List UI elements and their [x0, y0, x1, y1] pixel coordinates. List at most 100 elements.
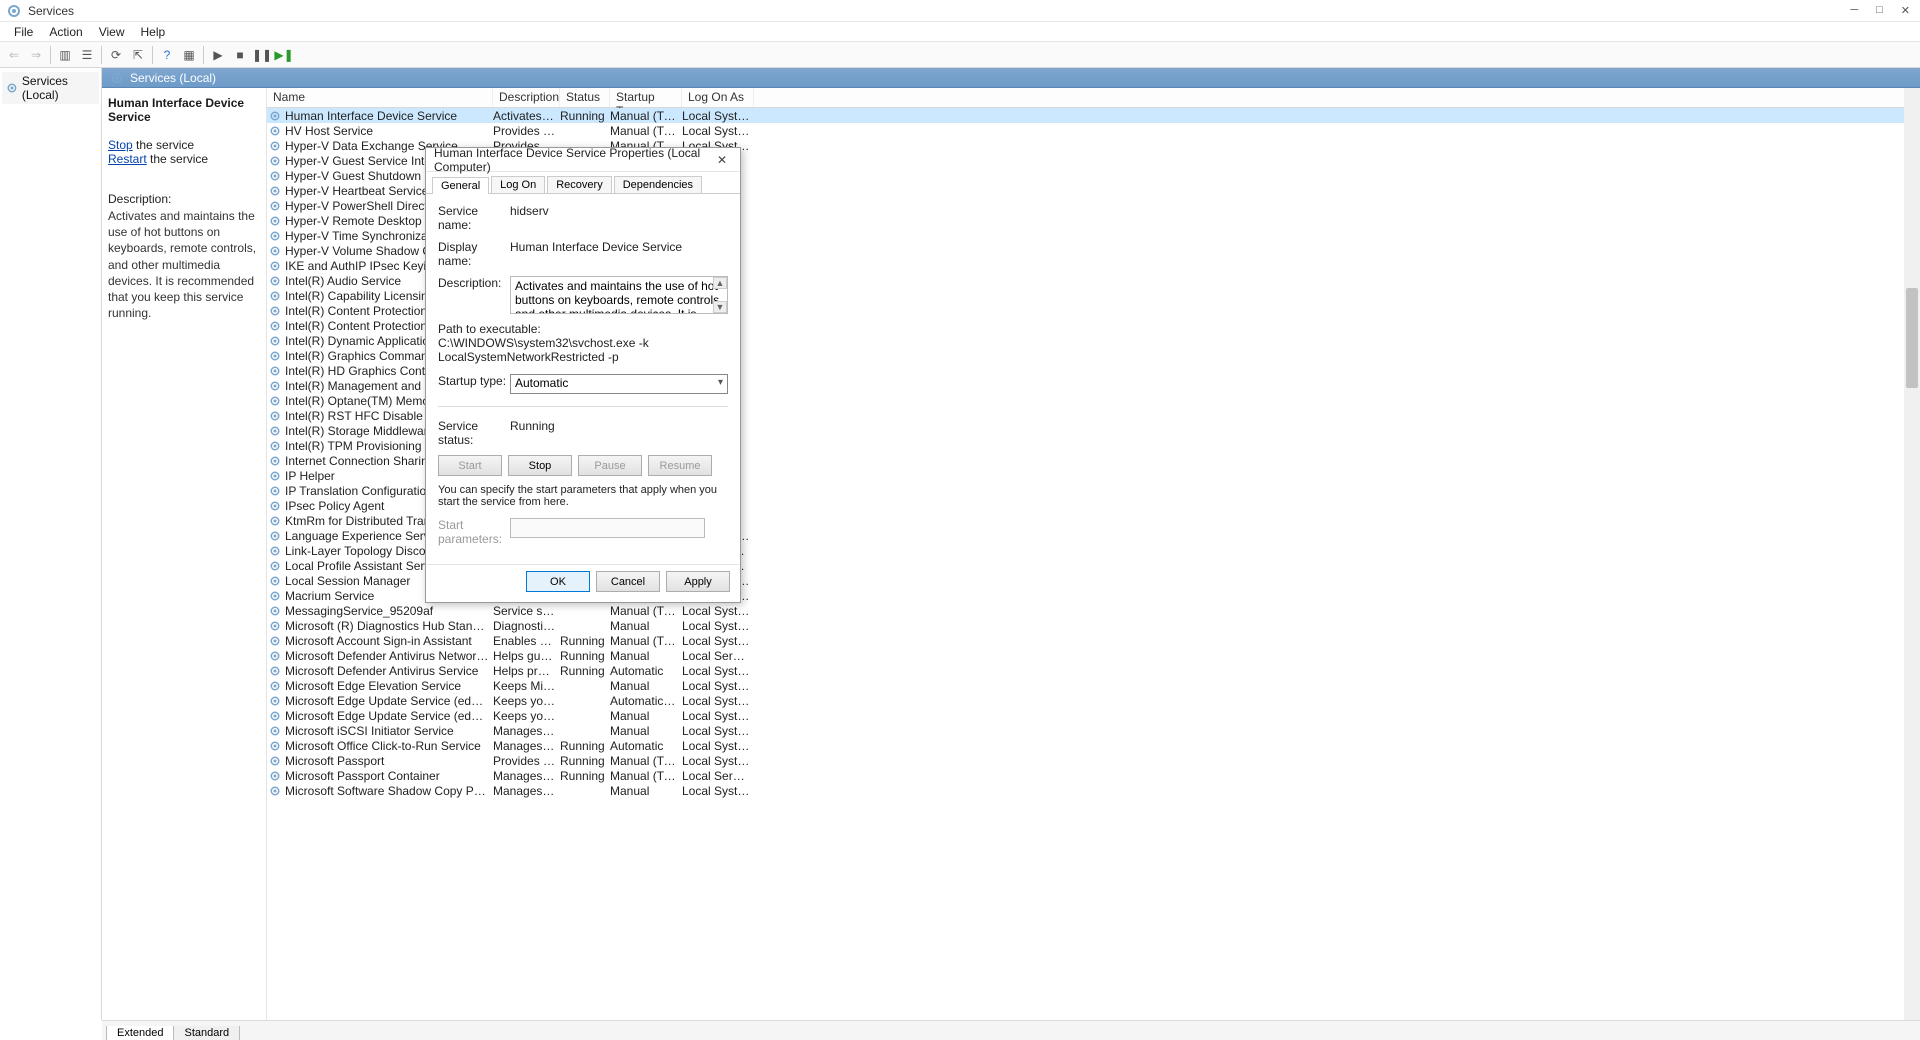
- tab-standard[interactable]: Standard: [173, 1026, 240, 1040]
- vertical-scrollbar[interactable]: [1904, 88, 1920, 1020]
- startup-type-dropdown[interactable]: Automatic: [510, 374, 728, 394]
- toolbar-separator: [152, 46, 153, 64]
- properties2-button[interactable]: ▦: [179, 45, 199, 65]
- cell-startup: Manual (Trig...: [610, 124, 682, 138]
- cell-status: Running: [560, 634, 610, 648]
- gear-icon: [269, 110, 281, 122]
- menu-file[interactable]: File: [6, 23, 41, 41]
- col-status-header[interactable]: Status: [560, 88, 610, 107]
- cell-startup: Manual: [610, 724, 682, 738]
- menu-action[interactable]: Action: [41, 23, 90, 41]
- gear-icon: [269, 500, 281, 512]
- table-row[interactable]: Microsoft (R) Diagnostics Hub Standard C…: [267, 618, 1920, 633]
- cell-name: Microsoft Passport: [285, 754, 493, 768]
- table-row[interactable]: Microsoft Edge Update Service (edgeupdat…: [267, 708, 1920, 723]
- back-button[interactable]: ⇐: [4, 45, 24, 65]
- pause-button[interactable]: Pause: [578, 455, 642, 476]
- cell-startup: Automatic: [610, 739, 682, 753]
- cell-logon: Local Syste...: [682, 664, 754, 678]
- gear-icon: [269, 725, 281, 737]
- cell-name: HV Host Service: [285, 124, 493, 138]
- ok-button[interactable]: OK: [526, 571, 590, 592]
- table-row[interactable]: HV Host Service Provides an ... Manual (…: [267, 123, 1920, 138]
- menu-help[interactable]: Help: [133, 23, 174, 41]
- table-row[interactable]: Microsoft iSCSI Initiator Service Manage…: [267, 723, 1920, 738]
- col-name-header[interactable]: Name: [267, 88, 493, 107]
- cell-description: Manages re...: [493, 739, 560, 753]
- cell-logon: Local Syste...: [682, 724, 754, 738]
- tab-dependencies[interactable]: Dependencies: [614, 176, 702, 193]
- cell-name: Microsoft Edge Update Service (edgeupdat…: [285, 694, 493, 708]
- table-row[interactable]: Human Interface Device Service Activates…: [267, 108, 1920, 123]
- forward-button[interactable]: ⇒: [26, 45, 46, 65]
- cell-logon: Local Syste...: [682, 784, 754, 798]
- restart-service-button[interactable]: ▶❚: [274, 45, 294, 65]
- gear-icon: [269, 200, 281, 212]
- table-row[interactable]: Microsoft Defender Antivirus Network Ins…: [267, 648, 1920, 663]
- gear-icon: [269, 440, 281, 452]
- gear-icon: [269, 635, 281, 647]
- table-row[interactable]: Microsoft Office Click-to-Run Service Ma…: [267, 738, 1920, 753]
- show-hide-tree-button[interactable]: ▥: [55, 45, 75, 65]
- display-name-value: Human Interface Device Service: [510, 240, 728, 254]
- table-row[interactable]: Microsoft Edge Update Service (edgeupdat…: [267, 693, 1920, 708]
- cell-description: Provides an ...: [493, 124, 560, 138]
- gear-icon: [269, 485, 281, 497]
- tab-log-on[interactable]: Log On: [491, 176, 545, 193]
- tree-node-services-local[interactable]: Services (Local): [2, 72, 99, 104]
- cell-description: Helps prote...: [493, 664, 560, 678]
- col-startup-header[interactable]: Startup Type: [610, 88, 682, 107]
- cell-startup: Manual (Trig...: [610, 754, 682, 768]
- table-row[interactable]: Microsoft Account Sign-in Assistant Enab…: [267, 633, 1920, 648]
- start-params-label: Start parameters:: [438, 518, 510, 546]
- export-button[interactable]: ⇱: [128, 45, 148, 65]
- scroll-down-icon[interactable]: ▼: [713, 301, 727, 313]
- tab-general[interactable]: General: [432, 177, 489, 194]
- stop-button[interactable]: Stop: [508, 455, 572, 476]
- gear-icon: [269, 335, 281, 347]
- start-params-input: [510, 518, 705, 538]
- cell-name: Microsoft Edge Update Service (edgeupdat…: [285, 709, 493, 723]
- resume-button[interactable]: Resume: [648, 455, 712, 476]
- table-row[interactable]: Microsoft Software Shadow Copy Provider …: [267, 783, 1920, 798]
- menu-view[interactable]: View: [91, 23, 133, 41]
- properties-button[interactable]: ☰: [77, 45, 97, 65]
- cell-description: Helps guard...: [493, 649, 560, 663]
- cell-name: Microsoft iSCSI Initiator Service: [285, 724, 493, 738]
- table-row[interactable]: Microsoft Passport Provides pr... Runnin…: [267, 753, 1920, 768]
- stop-service-button[interactable]: ■: [230, 45, 250, 65]
- maximize-button[interactable]: □: [1876, 4, 1883, 17]
- gear-icon: [269, 740, 281, 752]
- dialog-titlebar[interactable]: Human Interface Device Service Propertie…: [426, 148, 740, 172]
- window-title: Services: [28, 4, 1850, 18]
- apply-button[interactable]: Apply: [666, 571, 730, 592]
- close-button[interactable]: ✕: [1901, 4, 1910, 17]
- gear-icon: [269, 260, 281, 272]
- gear-icon: [269, 650, 281, 662]
- table-row[interactable]: Microsoft Edge Elevation Service Keeps M…: [267, 678, 1920, 693]
- start-service-button[interactable]: ▶: [208, 45, 228, 65]
- gear-icon: [269, 770, 281, 782]
- window-titlebar: Services ─ □ ✕: [0, 0, 1920, 22]
- cell-name: Microsoft Software Shadow Copy Provider: [285, 784, 493, 798]
- help-button[interactable]: ?: [157, 45, 177, 65]
- refresh-button[interactable]: ⟳: [106, 45, 126, 65]
- stop-link[interactable]: Stop: [108, 138, 133, 152]
- toolbar-separator: [101, 46, 102, 64]
- table-row[interactable]: Microsoft Passport Container Manages lo.…: [267, 768, 1920, 783]
- tab-recovery[interactable]: Recovery: [547, 176, 611, 193]
- cancel-button[interactable]: Cancel: [596, 571, 660, 592]
- pause-service-button[interactable]: ❚❚: [252, 45, 272, 65]
- description-textbox[interactable]: Activates and maintains the use of hot b…: [510, 276, 728, 314]
- dialog-close-button[interactable]: ✕: [712, 153, 732, 167]
- restart-link[interactable]: Restart: [108, 152, 147, 166]
- minimize-button[interactable]: ─: [1850, 4, 1858, 17]
- col-description-header[interactable]: Description: [493, 88, 560, 107]
- col-logon-header[interactable]: Log On As: [682, 88, 754, 107]
- table-row[interactable]: MessagingService_95209af Service sup... …: [267, 603, 1920, 618]
- gear-icon: [110, 71, 124, 85]
- tab-extended[interactable]: Extended: [106, 1026, 174, 1040]
- scroll-up-icon[interactable]: ▲: [713, 277, 727, 289]
- table-row[interactable]: Microsoft Defender Antivirus Service Hel…: [267, 663, 1920, 678]
- start-button[interactable]: Start: [438, 455, 502, 476]
